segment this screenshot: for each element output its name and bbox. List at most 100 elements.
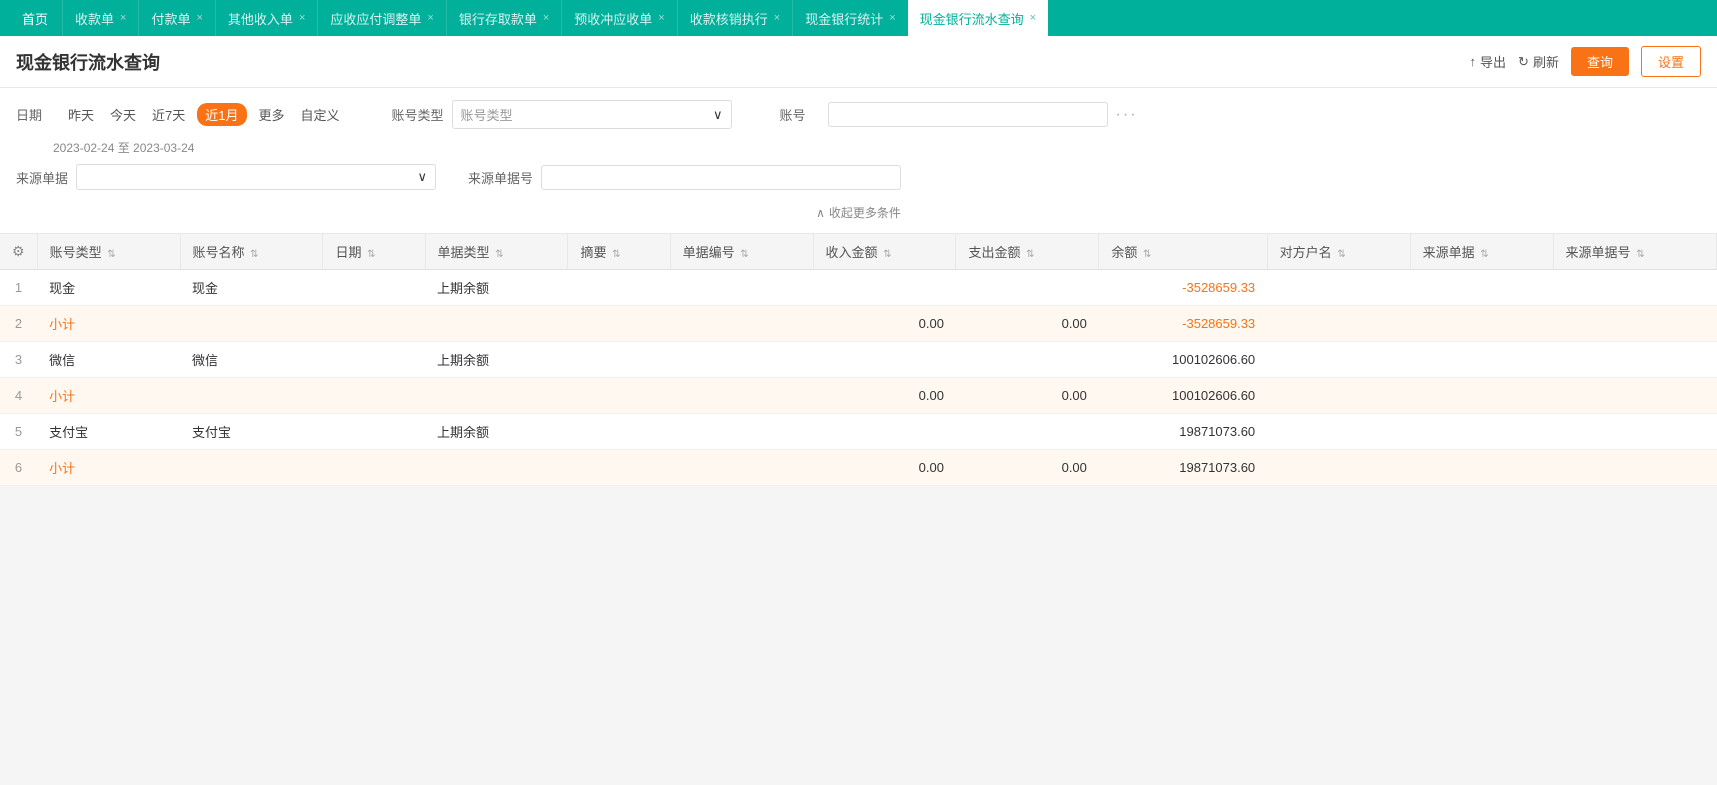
table-container: ⚙ 账号类型 ⇅ 账号名称 ⇅ 日期 ⇅ 单据类型 ⇅ <box>0 234 1717 486</box>
row-number: 1 <box>0 270 37 306</box>
close-icon[interactable]: × <box>774 12 780 24</box>
col-expense[interactable]: 支出金额 ⇅ <box>956 234 1099 270</box>
nav-tab-fukuandan[interactable]: 付款单 × <box>138 0 214 36</box>
collapse-arrow-icon: ∧ <box>816 206 825 220</box>
close-icon[interactable]: × <box>1030 12 1036 24</box>
export-icon: ↑ <box>1470 54 1477 69</box>
nav-tab-liushuichaxun[interactable]: 现金银行流水查询 × <box>908 0 1048 36</box>
nav-tab-shoukuanhexiao[interactable]: 收款核销执行 × <box>677 0 792 36</box>
source-doc-num-input[interactable] <box>541 165 901 190</box>
settings-button[interactable]: 设置 <box>1641 46 1701 77</box>
account-input[interactable] <box>828 102 1108 127</box>
source-doc-no-cell <box>1553 450 1716 486</box>
account-type-cell: 小计 <box>37 450 180 486</box>
col-doc-type[interactable]: 单据类型 ⇅ <box>425 234 568 270</box>
date-btn-custom[interactable]: 自定义 <box>297 103 344 126</box>
doc-type-cell: 上期余额 <box>425 270 568 306</box>
account-type-cell: 现金 <box>37 270 180 306</box>
col-account-name[interactable]: 账号名称 ⇅ <box>180 234 323 270</box>
summary-cell <box>568 342 670 378</box>
close-icon[interactable]: × <box>120 12 126 24</box>
doc-no-cell <box>670 414 813 450</box>
nav-tab-yinhangcunqu[interactable]: 银行存取款单 × <box>446 0 561 36</box>
date-btn-yesterday[interactable]: 昨天 <box>64 103 98 126</box>
close-icon[interactable]: × <box>196 12 202 24</box>
sort-icon: ⇅ <box>1337 249 1345 260</box>
table-row: 5支付宝支付宝上期余额19871073.60 <box>0 414 1717 450</box>
close-icon[interactable]: × <box>658 12 664 24</box>
query-button[interactable]: 查询 <box>1571 47 1629 76</box>
counterparty-cell <box>1267 270 1410 306</box>
date-btn-more[interactable]: 更多 <box>255 103 289 126</box>
close-icon[interactable]: × <box>889 12 895 24</box>
filter-row-2: 来源单据 ∨ 来源单据号 <box>16 164 1701 190</box>
export-button[interactable]: ↑ 导出 <box>1470 52 1507 71</box>
col-gear[interactable]: ⚙ <box>0 234 37 270</box>
nav-tab-shoukuandan[interactable]: 收款单 × <box>62 0 138 36</box>
table-row: 1现金现金上期余额-3528659.33 <box>0 270 1717 306</box>
col-doc-no[interactable]: 单据编号 ⇅ <box>670 234 813 270</box>
page-title: 现金银行流水查询 <box>16 49 160 75</box>
close-icon[interactable]: × <box>299 12 305 24</box>
balance-cell: -3528659.33 <box>1099 306 1267 342</box>
col-date[interactable]: 日期 ⇅ <box>323 234 425 270</box>
col-income[interactable]: 收入金额 ⇅ <box>813 234 956 270</box>
close-icon[interactable]: × <box>543 12 549 24</box>
col-account-type[interactable]: 账号类型 ⇅ <box>37 234 180 270</box>
account-name-cell <box>180 378 323 414</box>
main-table: ⚙ 账号类型 ⇅ 账号名称 ⇅ 日期 ⇅ 单据类型 ⇅ <box>0 234 1717 486</box>
refresh-icon: ↻ <box>1518 54 1529 70</box>
source-doc-select[interactable]: ∨ <box>76 164 436 190</box>
sort-icon: ⇅ <box>883 249 891 260</box>
date-btn-today[interactable]: 今天 <box>106 103 140 126</box>
summary-cell <box>568 414 670 450</box>
source-doc-no-cell <box>1553 342 1716 378</box>
date-btn-7days[interactable]: 近7天 <box>148 103 189 126</box>
account-name-cell: 支付宝 <box>180 414 323 450</box>
filter-row-1: 日期 昨天 今天 近7天 近1月 更多 自定义 账号类型 账号类型 ∨ 账号 ·… <box>16 100 1701 129</box>
summary-cell <box>568 270 670 306</box>
income-cell <box>813 342 956 378</box>
account-name-cell: 微信 <box>180 342 323 378</box>
date-cell <box>323 450 425 486</box>
nav-tab-yingshoutiaozheng[interactable]: 应收应付调整单 × <box>317 0 445 36</box>
col-source-doc-no[interactable]: 来源单据号 ⇅ <box>1553 234 1716 270</box>
col-counterparty[interactable]: 对方户名 ⇅ <box>1267 234 1410 270</box>
account-name-cell <box>180 450 323 486</box>
date-btn-1month[interactable]: 近1月 <box>197 103 246 126</box>
expense-cell <box>956 414 1099 450</box>
row-number: 4 <box>0 378 37 414</box>
collapse-bar[interactable]: ∧ 收起更多条件 <box>16 200 1701 225</box>
col-summary[interactable]: 摘要 ⇅ <box>568 234 670 270</box>
doc-no-cell <box>670 270 813 306</box>
col-source-doc[interactable]: 来源单据 ⇅ <box>1410 234 1553 270</box>
nav-tab-xianjinyinhang[interactable]: 现金银行统计 × <box>792 0 907 36</box>
sort-icon: ⇅ <box>1636 249 1644 260</box>
source-doc-num-filter: 来源单据号 <box>468 165 901 190</box>
account-type-cell: 小计 <box>37 306 180 342</box>
account-name-cell: 现金 <box>180 270 323 306</box>
row-number: 6 <box>0 450 37 486</box>
nav-tab-yushouzhongying[interactable]: 预收冲应收单 × <box>561 0 676 36</box>
more-dots[interactable]: ··· <box>1116 106 1138 124</box>
sort-icon: ⇅ <box>1143 249 1151 260</box>
refresh-button[interactable]: ↻ 刷新 <box>1518 52 1559 71</box>
nav-home[interactable]: 首页 <box>8 0 62 36</box>
doc-type-cell <box>425 450 568 486</box>
header-actions: ↑ 导出 ↻ 刷新 查询 设置 <box>1470 46 1701 77</box>
income-cell: 0.00 <box>813 450 956 486</box>
account-type-select[interactable]: 账号类型 ∨ <box>452 100 732 129</box>
table-row: 2小计0.000.00-3528659.33 <box>0 306 1717 342</box>
date-cell <box>323 306 425 342</box>
col-balance[interactable]: 余额 ⇅ <box>1099 234 1267 270</box>
close-icon[interactable]: × <box>427 12 433 24</box>
source-doc-no-cell <box>1553 306 1716 342</box>
gear-icon[interactable]: ⚙ <box>12 243 25 259</box>
dropdown-arrow-icon-2: ∨ <box>418 169 428 185</box>
date-cell <box>323 342 425 378</box>
summary-cell <box>568 306 670 342</box>
source-doc-no-cell <box>1553 270 1716 306</box>
counterparty-cell <box>1267 414 1410 450</box>
sort-icon: ⇅ <box>495 249 503 260</box>
nav-tab-qitashouru[interactable]: 其他收入单 × <box>215 0 317 36</box>
